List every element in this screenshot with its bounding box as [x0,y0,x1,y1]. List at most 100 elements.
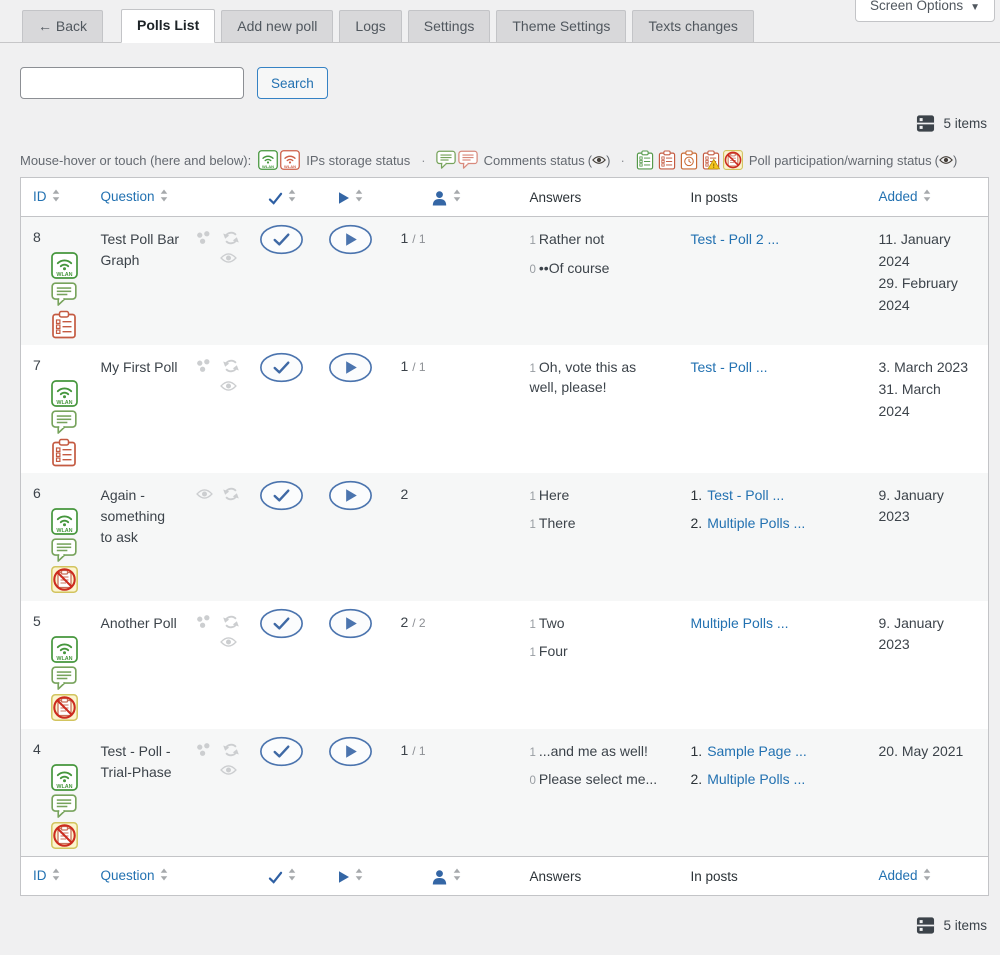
tab-texts-changes[interactable]: Texts changes [632,10,754,42]
eye-icon[interactable] [219,636,237,648]
poll-activate-button[interactable] [259,224,304,255]
excerpt-view-icon[interactable] [916,114,935,133]
poll-activate-button[interactable] [259,736,304,767]
eye-icon[interactable] [195,488,213,500]
sort-arrows-icon[interactable] [288,188,296,206]
table-column-votes[interactable] [385,177,506,217]
table-column-check[interactable] [247,177,316,217]
sort-arrows-icon[interactable] [453,867,461,885]
wlan-green-icon[interactable]: WLAN [51,252,79,279]
wlan-green-icon[interactable]: WLAN [51,635,79,663]
post-link[interactable]: Test - Poll ... [691,359,768,375]
post-link[interactable]: Multiple Polls ... [707,771,805,787]
tab-back[interactable]: ← Back [22,10,104,42]
dots-icon[interactable] [195,358,213,374]
post-link[interactable]: Sample Page ... [707,743,807,759]
poll-activate-button[interactable] [259,608,304,639]
poll-activate-button[interactable] [259,480,304,511]
poll-question[interactable]: Test Poll Bar Graph [101,229,181,271]
screen-options-button[interactable]: Screen Options ▼ [855,0,995,22]
person-column-icon[interactable] [431,868,448,885]
poll-question[interactable]: Test - Poll - Trial-Phase [101,741,181,783]
sort-arrows-icon[interactable] [355,867,363,885]
check-column-icon[interactable] [268,869,283,884]
post-link[interactable]: Test - Poll 2 ... [691,231,780,247]
poll-play-button[interactable] [328,736,373,767]
excerpt-view-icon[interactable] [916,916,935,935]
sort-arrows-icon[interactable] [923,188,931,206]
refresh-icon[interactable] [222,614,240,630]
table-column-question[interactable]: Question [95,856,248,896]
column-header-question[interactable]: Question [101,868,155,883]
wlan-green-icon[interactable]: WLAN [51,763,79,791]
poll-play-button[interactable] [328,352,373,383]
post-link[interactable]: Multiple Polls ... [707,515,805,531]
tab-theme-settings[interactable]: Theme Settings [496,10,627,42]
table-column-check[interactable] [247,856,316,896]
poll-play-button[interactable] [328,224,373,255]
play-column-icon[interactable] [338,869,350,884]
table-column-added[interactable]: Added [860,177,989,217]
dots-icon[interactable] [195,230,213,246]
comment-green-icon[interactable] [51,409,79,435]
no-part-icon[interactable] [51,821,79,849]
sort-arrows-icon[interactable] [923,867,931,885]
eye-icon[interactable] [219,380,237,392]
comment-green-icon[interactable] [51,282,79,307]
tab-polls-list[interactable]: Polls List [121,9,216,43]
legend-prefix: Mouse-hover or touch (here and below): [20,152,252,168]
wlan-green-icon[interactable]: WLAN [51,507,79,535]
eye-icon[interactable] [219,764,237,776]
tab-add-new-poll[interactable]: Add new poll [221,10,334,42]
dots-icon[interactable] [195,614,213,630]
refresh-icon[interactable] [222,230,240,246]
tab-settings[interactable]: Settings [407,10,491,42]
no-part-icon[interactable] [51,565,79,593]
search-button[interactable]: Search [257,67,328,99]
table-column-play[interactable] [315,856,386,896]
table-column-added[interactable]: Added [860,856,989,896]
check-column-icon[interactable] [268,190,283,205]
column-header-id[interactable]: ID [33,868,47,883]
column-header-question[interactable]: Question [101,189,155,204]
poll-question[interactable]: Another Poll [101,613,181,634]
poll-question[interactable]: Again - something to ask [101,485,181,548]
refresh-icon[interactable] [222,358,240,374]
sort-arrows-icon[interactable] [288,867,296,885]
search-input[interactable] [20,67,244,99]
table-column-id[interactable]: ID [20,856,96,896]
wlan-green-icon[interactable]: WLAN [51,379,79,407]
column-header-added[interactable]: Added [879,189,918,204]
table-column-play[interactable] [315,177,386,217]
post-link[interactable]: Multiple Polls ... [691,615,789,631]
no-part-icon[interactable] [51,693,79,721]
person-column-icon[interactable] [431,189,448,206]
table-column-id[interactable]: ID [20,177,96,217]
comment-green-icon[interactable] [51,537,79,563]
tab-logs[interactable]: Logs [339,10,402,42]
comment-green-icon[interactable] [51,665,79,691]
clip-red-icon[interactable] [51,310,79,339]
sort-arrows-icon[interactable] [52,188,60,206]
sort-arrows-icon[interactable] [453,188,461,206]
table-column-question[interactable]: Question [95,177,248,217]
table-column-votes[interactable] [385,856,506,896]
column-header-added[interactable]: Added [879,868,918,883]
column-header-id[interactable]: ID [33,189,47,204]
sort-arrows-icon[interactable] [160,188,168,206]
play-column-icon[interactable] [338,190,350,205]
dots-icon[interactable] [195,742,213,758]
eye-icon[interactable] [219,252,237,264]
refresh-icon[interactable] [222,742,240,758]
sort-arrows-icon[interactable] [52,867,60,885]
comment-green-icon[interactable] [51,793,79,819]
poll-play-button[interactable] [328,480,373,511]
sort-arrows-icon[interactable] [160,867,168,885]
refresh-icon[interactable] [222,486,240,502]
post-link[interactable]: Test - Poll ... [707,487,784,503]
poll-activate-button[interactable] [259,352,304,383]
poll-play-button[interactable] [328,608,373,639]
clip-red-icon[interactable] [51,438,79,467]
sort-arrows-icon[interactable] [355,188,363,206]
poll-question[interactable]: My First Poll [101,357,181,378]
